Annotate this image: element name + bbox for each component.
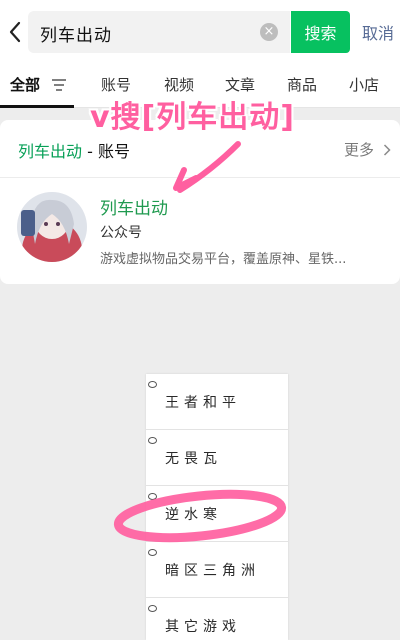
annotation-text: v搜[列车出动] [90, 100, 295, 135]
more-label: 更多 [344, 141, 375, 159]
section-category: - 账号 [82, 142, 130, 161]
list-item: 逆水寒 [146, 486, 288, 542]
circle-mark-icon [148, 437, 157, 444]
section-heading: 列车出动 - 账号 [18, 138, 130, 162]
filter-icon[interactable] [51, 78, 67, 92]
tab-shops[interactable]: 小店 [349, 74, 379, 95]
list-item-text: 王者和平 [165, 395, 241, 411]
account-type: 公众号 [100, 225, 142, 241]
account-result-card: 列车出动 - 账号 更多 列车出动 公众号 游戏虚拟物品交易平台，覆盖原神、星铁… [0, 120, 400, 284]
handwritten-list: 王者和平 无畏瓦 逆水寒 暗区三角洲 其它游戏 [146, 374, 288, 640]
list-item-text: 无畏瓦 [165, 451, 222, 467]
list-item: 暗区三角洲 [146, 542, 288, 598]
list-item: 其它游戏 [146, 598, 288, 640]
account-description: 游戏虚拟物品交易平台，覆盖原神、星铁... [100, 252, 347, 267]
clear-icon[interactable]: × [260, 23, 278, 41]
search-button[interactable]: 搜索 [291, 11, 350, 53]
chevron-right-icon [383, 144, 391, 156]
list-item-text: 其它游戏 [165, 619, 241, 635]
more-link[interactable]: 更多 [344, 139, 391, 160]
circle-mark-icon [148, 605, 157, 612]
circle-mark-icon [148, 381, 157, 388]
account-name[interactable]: 列车出动 [100, 194, 168, 219]
chevron-left-icon [9, 21, 21, 43]
list-item-text: 暗区三角洲 [165, 563, 260, 579]
list-item: 王者和平 [146, 374, 288, 430]
search-query-text: 列车出动 [40, 26, 112, 46]
avatar[interactable] [17, 192, 87, 262]
circle-mark-icon [148, 549, 157, 556]
search-input[interactable]: 列车出动 × [28, 11, 290, 53]
cancel-button[interactable]: 取消 [362, 20, 394, 44]
list-item-text: 逆水寒 [165, 507, 222, 523]
tab-all[interactable]: 全部 [10, 74, 40, 95]
divider [0, 177, 400, 178]
avatar-illustration [17, 192, 87, 262]
search-header: 列车出动 × 搜索 取消 [0, 0, 400, 64]
back-button[interactable] [4, 16, 26, 48]
list-item: 无畏瓦 [146, 430, 288, 486]
active-tab-indicator [0, 105, 74, 108]
section-keyword: 列车出动 [18, 142, 83, 161]
circle-mark-icon [148, 493, 157, 500]
